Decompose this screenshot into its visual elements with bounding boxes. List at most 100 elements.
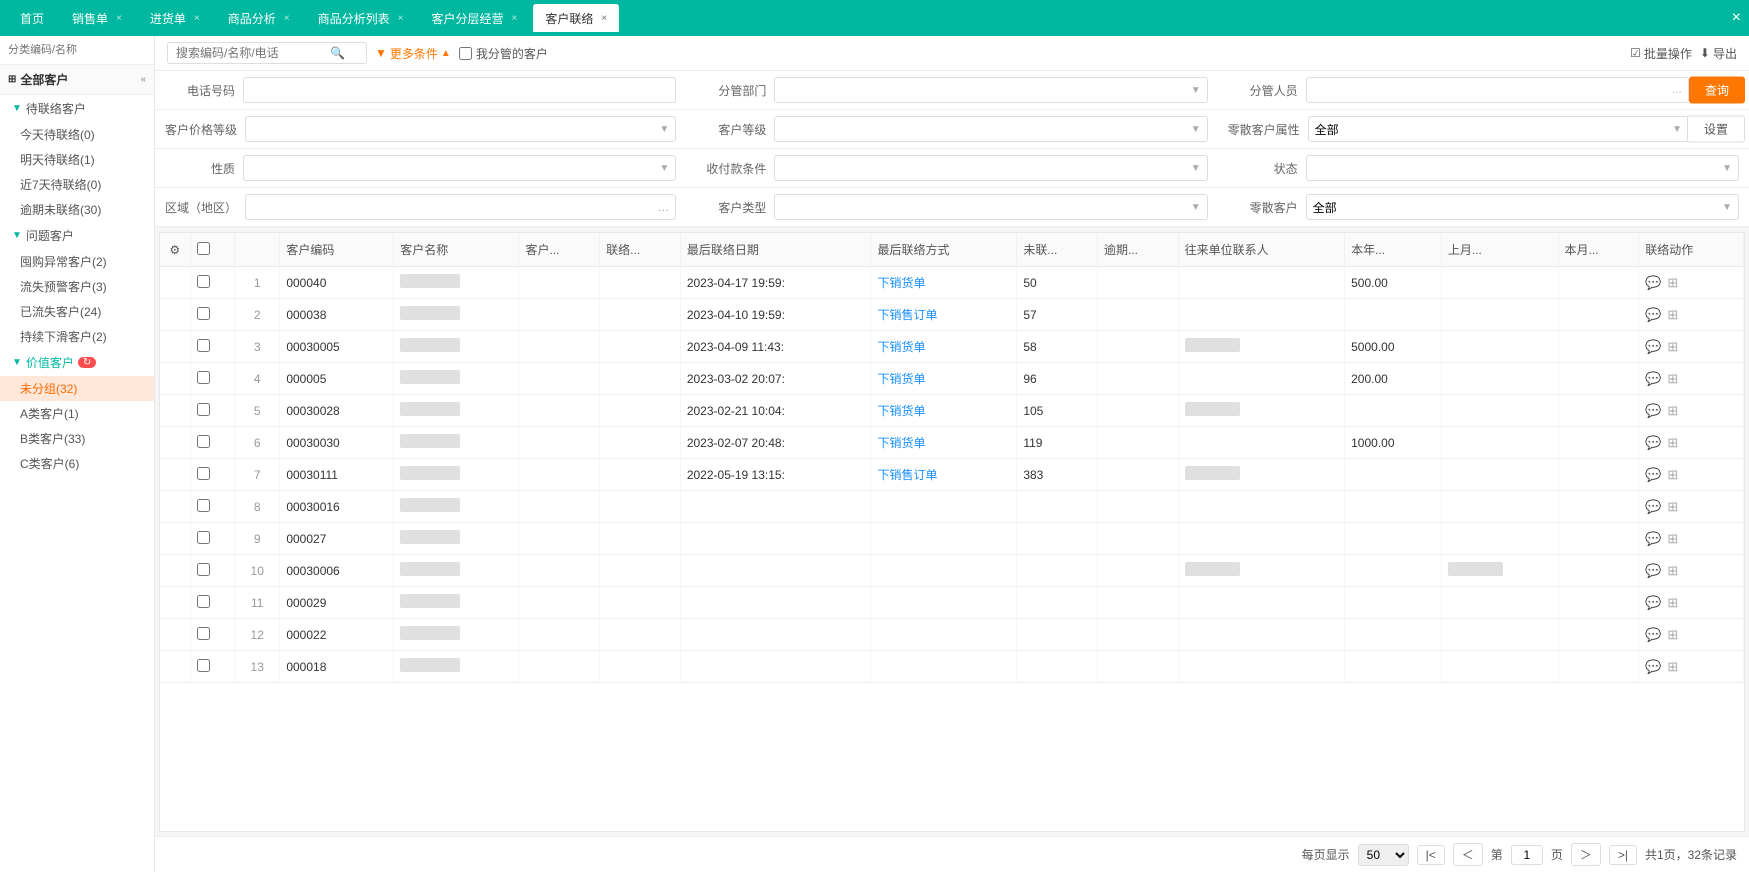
sidebar-group-value[interactable]: ▼ 价值客户 ↻ [0,349,154,376]
grid-action-icon[interactable]: ⊞ [1667,499,1678,515]
td-checkbox[interactable] [190,363,235,395]
tab-sales-order[interactable]: 销售单 × [60,4,134,32]
sidebar-group-problem[interactable]: ▼ 问题客户 [0,222,154,249]
sidebar-group-pending[interactable]: ▼ 待联络客户 [0,95,154,122]
tab-customer-contact[interactable]: 客户联络 × [533,4,619,32]
th-contact[interactable]: 联络... [600,233,681,267]
last-method-link[interactable]: 下销货单 [877,436,925,450]
sidebar-search-input[interactable] [8,44,150,56]
td-checkbox[interactable] [190,587,235,619]
chat-icon[interactable]: 💬 [1645,595,1661,611]
chat-icon[interactable]: 💬 [1645,627,1661,643]
collapse-sidebar-icon[interactable]: « [140,74,146,85]
chat-icon[interactable]: 💬 [1645,659,1661,675]
sidebar-item-churn-warning[interactable]: 流失预警客户(3) [0,274,154,299]
td-checkbox[interactable] [190,619,235,651]
grid-action-icon[interactable]: ⊞ [1667,595,1678,611]
td-checkbox[interactable] [190,523,235,555]
filter-input-phone[interactable] [243,77,676,103]
td-checkbox[interactable] [190,491,235,523]
filter-select-region[interactable]: … [245,194,676,220]
grid-action-icon[interactable]: ⊞ [1667,307,1678,323]
filter-select-customer-level[interactable]: ▼ [774,116,1207,142]
first-page-btn[interactable]: |< [1417,845,1445,865]
sidebar-item-churned[interactable]: 已流失客户(24) [0,299,154,324]
chat-icon[interactable]: 💬 [1645,435,1661,451]
grid-action-icon[interactable]: ⊞ [1667,275,1678,291]
grid-action-icon[interactable]: ⊞ [1667,531,1678,547]
chat-icon[interactable]: 💬 [1645,403,1661,419]
chat-icon[interactable]: 💬 [1645,563,1661,579]
td-checkbox[interactable] [190,267,235,299]
sidebar-item-class-a[interactable]: A类客户(1) [0,401,154,426]
close-tab-product-analysis-list[interactable]: × [398,13,404,24]
last-method-link[interactable]: 下销售订单 [877,468,937,482]
th-name[interactable]: 客户名称 [394,233,519,267]
close-tab-sales-order[interactable]: × [116,13,122,24]
reset-button[interactable]: 设置 [1687,116,1745,143]
chat-icon[interactable]: 💬 [1645,531,1661,547]
sidebar-item-class-b[interactable]: B类客户(33) [0,426,154,451]
sidebar-item-ungrouped[interactable]: 未分组(32) [0,376,154,401]
sidebar-item-declining[interactable]: 持续下滑客户(2) [0,324,154,349]
chat-icon[interactable]: 💬 [1645,307,1661,323]
chat-icon[interactable]: 💬 [1645,499,1661,515]
close-tab-product-analysis[interactable]: × [284,13,290,24]
filter-select-price-level[interactable]: ▼ [245,116,676,142]
chat-icon[interactable]: 💬 [1645,467,1661,483]
sidebar-item-class-c[interactable]: C类客户(6) [0,451,154,476]
batch-op-btn[interactable]: ☑ 批量操作 [1630,45,1692,62]
grid-action-icon[interactable]: ⊞ [1667,371,1678,387]
td-checkbox[interactable] [190,555,235,587]
td-checkbox[interactable] [190,331,235,363]
last-method-link[interactable]: 下销货单 [877,404,925,418]
th-counterpart[interactable]: 往来单位联系人 [1178,233,1344,267]
chat-icon[interactable]: 💬 [1645,275,1661,291]
th-last-contact-date[interactable]: 最后联络日期 [680,233,871,267]
next-page-btn[interactable]: ＞ [1571,843,1601,866]
grid-action-icon[interactable]: ⊞ [1667,403,1678,419]
filter-search-icon[interactable]: 🔍 [330,46,345,60]
th-overdue[interactable]: 逾期... [1098,233,1179,267]
th-settings[interactable]: ⚙ [160,233,190,267]
sidebar-item-today-pending[interactable]: 今天待联络(0) [0,122,154,147]
tab-product-analysis[interactable]: 商品分析 × [216,4,302,32]
last-method-link[interactable]: 下销货单 [877,340,925,354]
last-method-link[interactable]: 下销货单 [877,276,925,290]
export-btn[interactable]: ⬇ 导出 [1700,45,1737,62]
th-type[interactable]: 客户... [519,233,600,267]
close-tab-customer-contact[interactable]: × [601,13,607,24]
sidebar-item-overdue-pending[interactable]: 逾期未联络(30) [0,197,154,222]
th-no-contact[interactable]: 未联... [1017,233,1098,267]
th-checkbox[interactable] [190,233,235,267]
close-tab-customer-segment[interactable]: × [511,13,517,24]
grid-action-icon[interactable]: ⊞ [1667,467,1678,483]
td-checkbox[interactable] [190,651,235,683]
tab-purchase-order[interactable]: 进货单 × [138,4,212,32]
all-customers-header[interactable]: ⊞ 全部客户 « [0,65,154,95]
filter-select-manager[interactable]: … [1306,77,1689,103]
sidebar-item-7days-pending[interactable]: 近7天待联络(0) [0,172,154,197]
th-code[interactable]: 客户编码 [280,233,394,267]
th-last-month[interactable]: 上月... [1441,233,1558,267]
chat-icon[interactable]: 💬 [1645,339,1661,355]
filter-select-payment[interactable]: ▼ [774,155,1207,181]
td-checkbox[interactable] [190,395,235,427]
query-button[interactable]: 查询 [1689,77,1745,104]
th-last-contact-method[interactable]: 最后联络方式 [871,233,1017,267]
filter-select-customer-type[interactable]: ▼ [774,194,1207,220]
th-this-month[interactable]: 本月... [1558,233,1639,267]
grid-action-icon[interactable]: ⊞ [1667,659,1678,675]
filter-select-sparse-attr[interactable]: 全部▼ [1308,116,1689,142]
filter-select-status[interactable]: ▼ [1306,155,1739,181]
filter-select-sparse-customer[interactable]: 全部▼ [1306,194,1739,220]
ellipsis-icon[interactable]: … [657,200,669,214]
per-page-select[interactable]: 50 100 [1358,844,1409,866]
grid-action-icon[interactable]: ⊞ [1667,627,1678,643]
close-tab-purchase-order[interactable]: × [194,13,200,24]
page-number-input[interactable] [1511,845,1543,865]
my-customers-checkbox[interactable] [459,47,472,60]
td-checkbox[interactable] [190,299,235,331]
sidebar-item-hoard-abnormal[interactable]: 囤购异常客户(2) [0,249,154,274]
td-checkbox[interactable] [190,427,235,459]
